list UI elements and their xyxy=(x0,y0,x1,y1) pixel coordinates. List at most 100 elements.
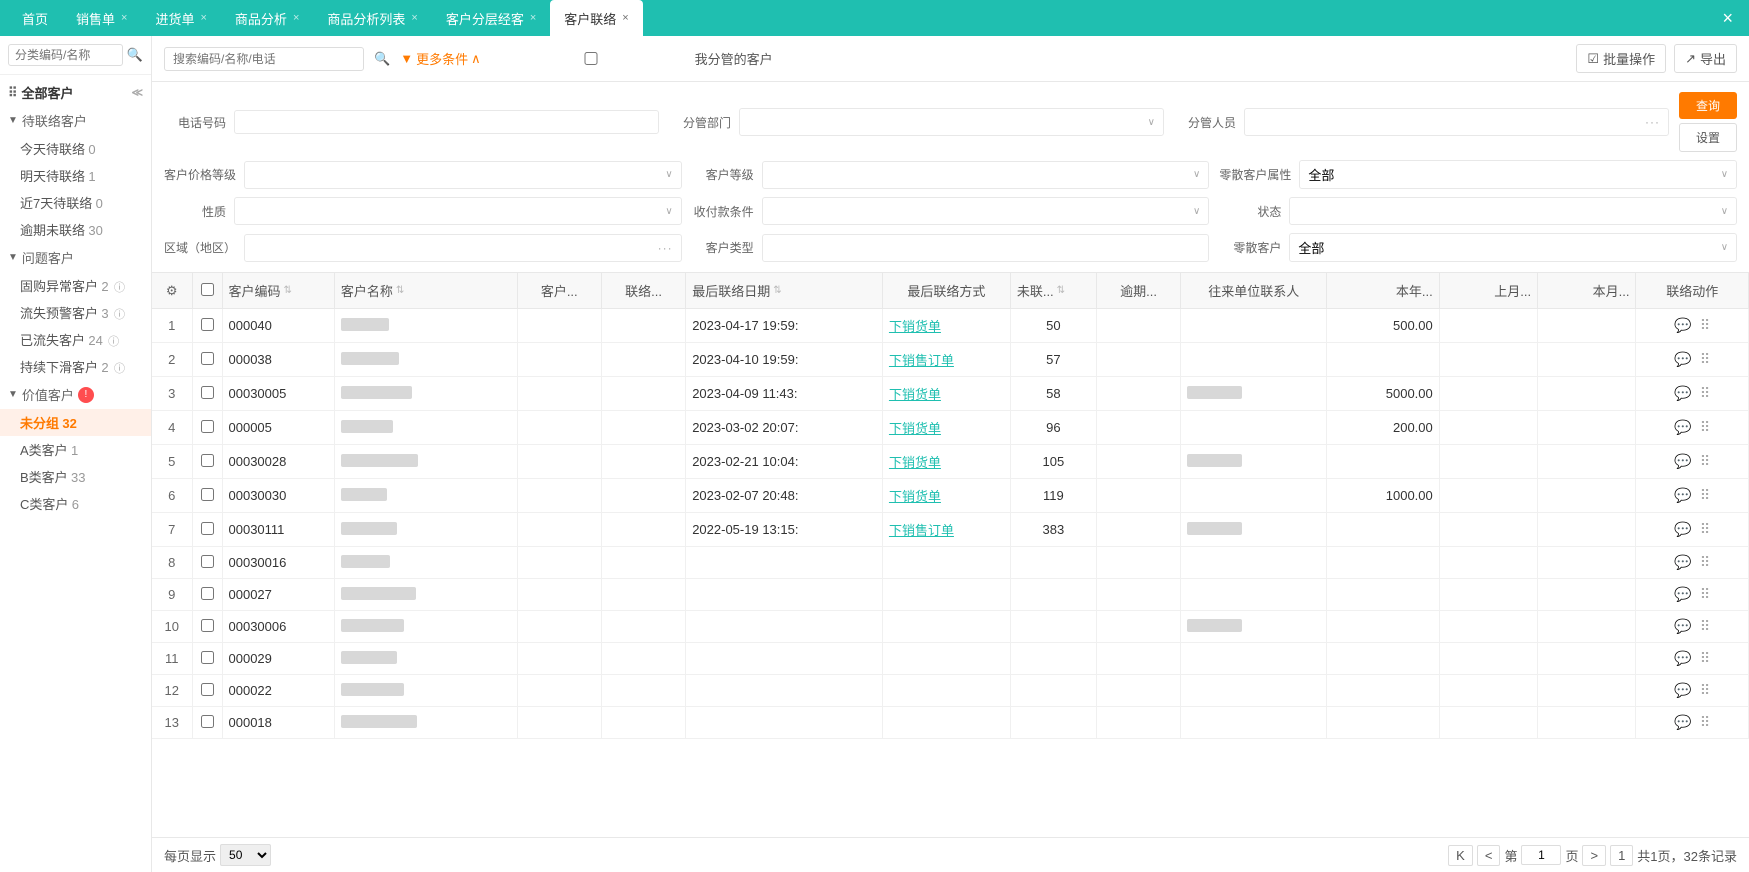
reset-button[interactable]: 设置 xyxy=(1679,123,1737,152)
sidebar-ungraded[interactable]: 未分组 32 xyxy=(0,409,151,436)
sidebar-overdue-pending[interactable]: 逾期未联络 30 xyxy=(0,216,151,243)
all-customers-header[interactable]: ⠿ 全部客户 ≪ xyxy=(0,75,151,106)
chat-icon[interactable]: 💬 xyxy=(1674,682,1691,699)
sidebar-search-input[interactable] xyxy=(8,44,123,66)
sidebar-today-pending[interactable]: 今天待联络 0 xyxy=(0,135,151,162)
grid-action-icon[interactable]: ⠿ xyxy=(1700,682,1710,699)
grid-action-icon[interactable]: ⠿ xyxy=(1700,487,1710,504)
grid-action-icon[interactable]: ⠿ xyxy=(1700,351,1710,368)
chat-icon[interactable]: 💬 xyxy=(1674,554,1691,571)
value-customers-group[interactable]: ▼ 价值客户 ! xyxy=(0,380,151,409)
grid-action-icon[interactable]: ⠿ xyxy=(1700,618,1710,635)
row-checkbox[interactable] xyxy=(201,651,214,664)
nav-home[interactable]: 首页 xyxy=(8,0,62,36)
chat-icon[interactable]: 💬 xyxy=(1674,385,1691,402)
close-product-list-tab[interactable]: × xyxy=(411,12,417,24)
col-header-no-contact[interactable]: 未联... ⇅ xyxy=(1010,273,1096,309)
sidebar-search-icon[interactable]: 🔍 xyxy=(127,47,143,63)
nav-customer-contact[interactable]: 客户联络 × xyxy=(550,0,642,36)
chat-icon[interactable]: 💬 xyxy=(1674,317,1691,334)
sidebar-abnormal-order[interactable]: 固购异常客户 2 ⓘ xyxy=(0,272,151,299)
first-page-button[interactable]: K xyxy=(1448,845,1473,866)
staff-select[interactable]: ··· xyxy=(1244,108,1669,136)
row-checkbox[interactable] xyxy=(201,386,214,399)
chat-icon[interactable]: 💬 xyxy=(1674,650,1691,667)
filter-search-icon[interactable]: 🔍 xyxy=(374,51,390,67)
grid-action-icon[interactable]: ⠿ xyxy=(1700,554,1710,571)
grid-action-icon[interactable]: ⠿ xyxy=(1700,521,1710,538)
batch-operation-button[interactable]: ☑ 批量操作 xyxy=(1576,44,1666,73)
row-checkbox[interactable] xyxy=(201,522,214,535)
per-page-select[interactable]: 50 100 200 xyxy=(220,844,271,866)
problem-customers-group[interactable]: ▼ 问题客户 xyxy=(0,243,151,272)
sidebar-class-a[interactable]: A类客户 1 xyxy=(0,436,151,463)
sidebar-flow-loss[interactable]: 流失预警客户 3 ⓘ xyxy=(0,299,151,326)
sidebar-keep-following[interactable]: 持续下滑客户 2 ⓘ xyxy=(0,353,151,380)
chat-icon[interactable]: 💬 xyxy=(1674,618,1691,635)
price-level-select[interactable]: ∨ xyxy=(244,161,682,189)
status-select[interactable]: ∨ xyxy=(1289,197,1737,225)
col-header-code[interactable]: 客户编码 ⇅ xyxy=(222,273,334,309)
close-customer-contact-tab[interactable]: × xyxy=(622,12,628,24)
page-number-input[interactable] xyxy=(1521,845,1561,865)
row-checkbox[interactable] xyxy=(201,318,214,331)
customer-type-select[interactable] xyxy=(762,234,1210,262)
search-input[interactable] xyxy=(164,47,364,71)
phone-input[interactable] xyxy=(234,110,659,134)
close-customer-tier-tab[interactable]: × xyxy=(530,12,536,24)
chat-icon[interactable]: 💬 xyxy=(1674,586,1691,603)
chat-icon[interactable]: 💬 xyxy=(1674,487,1691,504)
last-page-button[interactable]: 1 xyxy=(1610,845,1633,866)
grid-action-icon[interactable]: ⠿ xyxy=(1700,419,1710,436)
nature-select[interactable]: ∨ xyxy=(234,197,682,225)
retail-attr-select[interactable]: 全部 ∨ xyxy=(1299,160,1737,189)
sidebar-class-c[interactable]: C类客户 6 xyxy=(0,490,151,517)
nav-sales[interactable]: 销售单 × xyxy=(62,0,141,36)
retail-customer-select[interactable]: 全部 ∨ xyxy=(1289,233,1737,262)
nav-purchase[interactable]: 进货单 × xyxy=(141,0,220,36)
row-checkbox[interactable] xyxy=(201,619,214,632)
col-header-checkbox[interactable] xyxy=(192,273,222,309)
grid-action-icon[interactable]: ⠿ xyxy=(1700,650,1710,667)
grid-action-icon[interactable]: ⠿ xyxy=(1700,714,1710,731)
sidebar-class-b[interactable]: B类客户 33 xyxy=(0,463,151,490)
chat-icon[interactable]: 💬 xyxy=(1674,453,1691,470)
select-all-checkbox[interactable] xyxy=(201,283,214,296)
nav-product-list[interactable]: 商品分析列表 × xyxy=(313,0,431,36)
row-checkbox[interactable] xyxy=(201,683,214,696)
col-header-settings[interactable]: ⚙ xyxy=(152,273,192,309)
grid-action-icon[interactable]: ⠿ xyxy=(1700,453,1710,470)
row-checkbox[interactable] xyxy=(201,352,214,365)
export-button[interactable]: ↗ 导出 xyxy=(1674,44,1737,73)
row-checkbox[interactable] xyxy=(201,420,214,433)
chat-icon[interactable]: 💬 xyxy=(1674,714,1691,731)
nav-product-analysis[interactable]: 商品分析 × xyxy=(221,0,313,36)
my-customers-checkbox[interactable] xyxy=(491,52,691,65)
chat-icon[interactable]: 💬 xyxy=(1674,419,1691,436)
nav-customer-tier[interactable]: 客户分层经客 × xyxy=(432,0,550,36)
collapse-sidebar-btn[interactable]: ≪ xyxy=(131,86,143,99)
grid-action-icon[interactable]: ⠿ xyxy=(1700,586,1710,603)
dept-select[interactable]: ∨ xyxy=(739,108,1164,136)
grid-action-icon[interactable]: ⠿ xyxy=(1700,385,1710,402)
region-select[interactable]: ··· xyxy=(244,234,682,262)
row-checkbox[interactable] xyxy=(201,715,214,728)
customer-level-select[interactable]: ∨ xyxy=(762,161,1210,189)
grid-action-icon[interactable]: ⠿ xyxy=(1700,317,1710,334)
more-conditions-btn[interactable]: ▼ 更多条件 ∧ xyxy=(400,49,480,68)
pay-terms-select[interactable]: ∨ xyxy=(762,197,1210,225)
close-sales-tab[interactable]: × xyxy=(121,12,127,24)
chat-icon[interactable]: 💬 xyxy=(1674,521,1691,538)
prev-page-button[interactable]: < xyxy=(1477,845,1501,866)
sidebar-already-lost[interactable]: 已流失客户 24 ⓘ xyxy=(0,326,151,353)
close-purchase-tab[interactable]: × xyxy=(200,12,206,24)
close-all-button[interactable]: × xyxy=(1714,8,1741,29)
query-button[interactable]: 查询 xyxy=(1679,92,1737,119)
sidebar-tomorrow-pending[interactable]: 明天待联络 1 xyxy=(0,162,151,189)
close-product-analysis-tab[interactable]: × xyxy=(293,12,299,24)
sidebar-recent7-pending[interactable]: 近7天待联络 0 xyxy=(0,189,151,216)
col-header-last-date[interactable]: 最后联络日期 ⇅ xyxy=(686,273,883,309)
row-checkbox[interactable] xyxy=(201,555,214,568)
next-page-button[interactable]: > xyxy=(1582,845,1606,866)
row-checkbox[interactable] xyxy=(201,454,214,467)
